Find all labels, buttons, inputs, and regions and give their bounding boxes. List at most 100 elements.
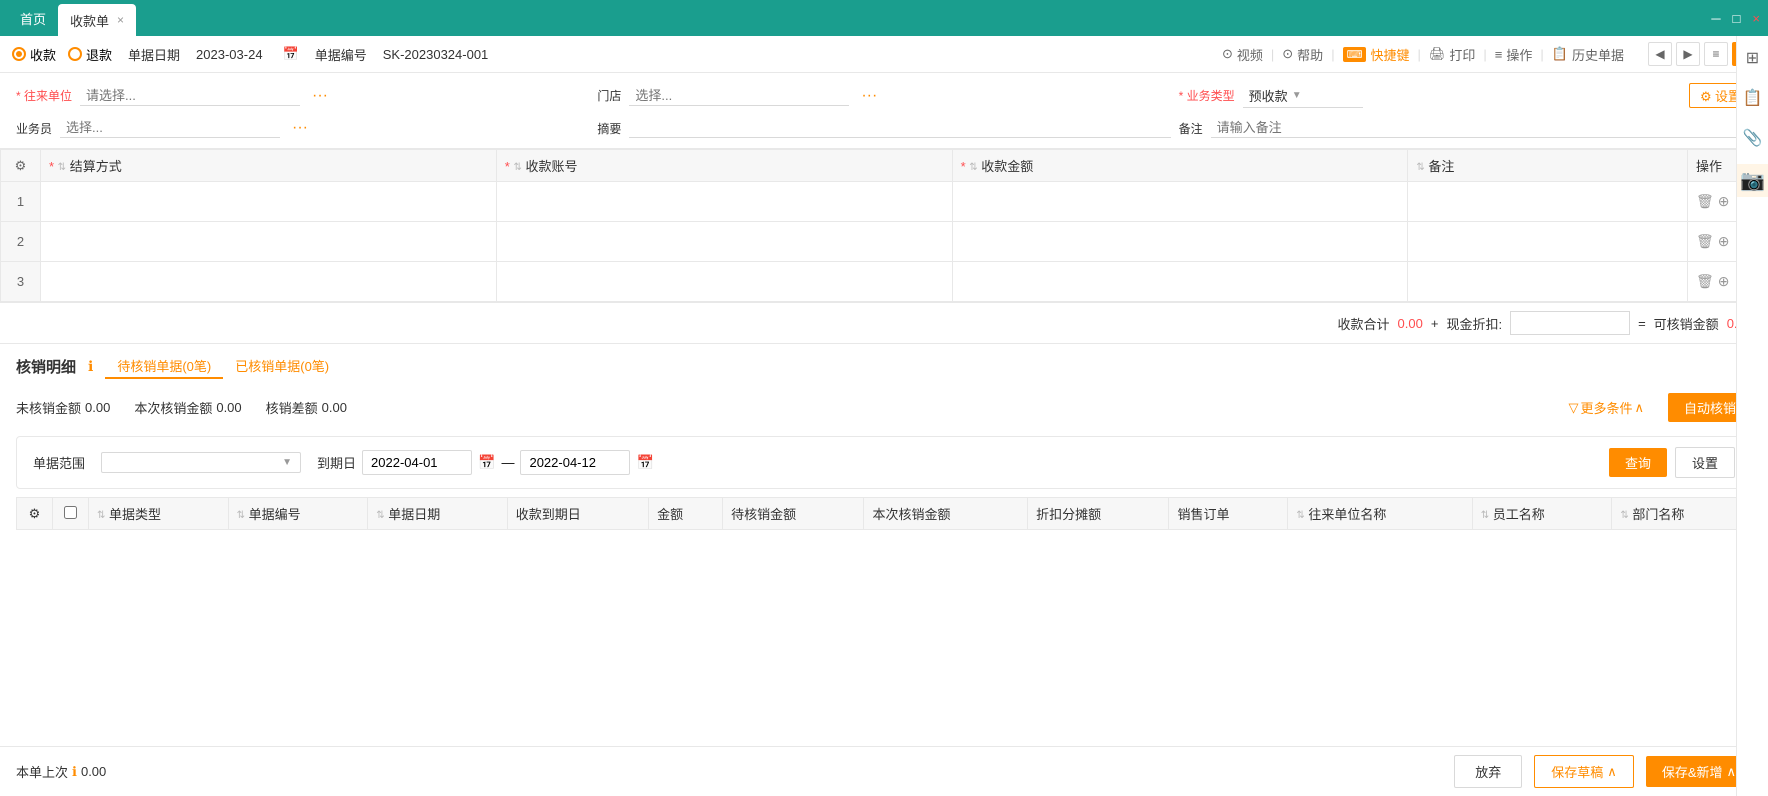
copy-row-3-icon[interactable]: ⊕ [1718, 273, 1730, 290]
settlement-cell-3[interactable] [41, 262, 497, 302]
radio-refund-dot [68, 47, 82, 61]
video-label: 视频 [1237, 45, 1263, 64]
remark-cell-1[interactable] [1408, 182, 1688, 222]
date-from-input[interactable] [362, 450, 472, 475]
th-amount-label: 收款金额 [981, 159, 1033, 174]
range-select[interactable]: ▼ [101, 452, 301, 473]
stat-uncancelled-value: 0.00 [85, 400, 110, 415]
radio-refund[interactable]: 退款 [68, 45, 112, 64]
remark-input[interactable] [1211, 118, 1752, 138]
store-input[interactable] [629, 86, 849, 106]
close-btn[interactable]: × [1752, 11, 1760, 26]
radio-receipt[interactable]: 收款 [12, 45, 56, 64]
history-btn[interactable]: 📋 历史单据 [1552, 45, 1624, 64]
help-label: 帮助 [1297, 45, 1323, 64]
plus-sign: + [1431, 316, 1439, 331]
account-cell-1[interactable] [496, 182, 952, 222]
amount-cell-2[interactable] [952, 222, 1408, 262]
print-btn[interactable]: 🖨 打印 [1429, 45, 1476, 64]
delete-row-1-icon[interactable]: 🗑 [1696, 193, 1714, 210]
tab-completed[interactable]: 已核销单据(0笔) [223, 354, 341, 379]
discount-input[interactable] [1510, 311, 1630, 335]
counterparty-input[interactable] [80, 86, 300, 106]
date-label: 单据日期 [128, 45, 180, 64]
amount-cell-3[interactable] [952, 262, 1408, 302]
info-circle-icon[interactable]: ℹ [72, 764, 77, 780]
bth-amount-label: 金额 [657, 507, 683, 522]
maximize-btn[interactable]: □ [1733, 11, 1741, 26]
sidebar-icon-camera[interactable]: 📷 [1737, 164, 1768, 197]
bth-current: 本次核销金额 [864, 498, 1028, 530]
bth-pending-label: 待核销金额 [731, 507, 796, 522]
delete-row-2-icon[interactable]: 🗑 [1696, 233, 1714, 250]
panel-list-btn[interactable]: ≡ [1704, 42, 1728, 66]
operation-icon: ≡ [1495, 47, 1503, 62]
counterparty-label: * 往来单位 [16, 87, 72, 104]
date-filter: 到期日 📅 — 📅 [317, 450, 654, 475]
select-all-checkbox[interactable] [64, 506, 77, 519]
row-num-2: 2 [1, 222, 41, 262]
th-settlement: ⇅ 结算方式 [41, 150, 497, 182]
settlement-cell-2[interactable] [41, 222, 497, 262]
amount-cell-1[interactable] [952, 182, 1408, 222]
verification-section: 核销明细 ℹ 待核销单据(0笔) 已核销单据(0笔) 未核销金额 0.00 本次… [0, 344, 1768, 746]
account-cell-2[interactable] [496, 222, 952, 262]
toolbar: 收款 退款 单据日期 2023-03-24 📅 单据编号 SK-20230324… [0, 36, 1768, 73]
tab-pending[interactable]: 待核销单据(0笔) [105, 354, 223, 379]
panel-prev-btn[interactable]: ◀ [1648, 42, 1672, 66]
staff-more-icon[interactable]: ··· [292, 119, 308, 137]
nav-tab-active[interactable]: 收款单 × [58, 4, 136, 36]
stat-current-label: 本次核销金额 [134, 398, 212, 417]
account-cell-3[interactable] [496, 262, 952, 302]
copy-row-2-icon[interactable]: ⊕ [1718, 233, 1730, 250]
help-btn[interactable]: ⊙ 帮助 [1282, 45, 1323, 64]
filter-settings-btn[interactable]: 设置 [1675, 447, 1735, 478]
business-type-section: * 业务类型 预收款 ▼ ⚙ 设置 [1179, 83, 1752, 108]
save-draft-btn[interactable]: 保存草稿 ∧ [1534, 755, 1634, 788]
abandon-btn[interactable]: 放弃 [1454, 755, 1522, 788]
stat-diff-label: 核销差额 [266, 398, 318, 417]
more-filters-btn[interactable]: ▽ 更多条件 ∧ [1568, 398, 1644, 417]
delete-row-3-icon[interactable]: 🗑 [1696, 273, 1714, 290]
calendar-from-icon[interactable]: 📅 [478, 454, 495, 471]
operation-btn[interactable]: ≡ 操作 [1495, 45, 1533, 64]
sidebar-icon-doc[interactable]: 📋 [1737, 84, 1768, 112]
sidebar-icon-grid[interactable]: ⊞ [1737, 44, 1768, 72]
stat-current-value: 0.00 [216, 400, 241, 415]
date-to-input[interactable] [520, 450, 630, 475]
copy-row-1-icon[interactable]: ⊕ [1718, 193, 1730, 210]
remark-cell-2[interactable] [1408, 222, 1688, 262]
business-type-select[interactable]: 预收款 ▼ [1243, 84, 1363, 108]
remark-label: 备注 [1179, 120, 1203, 137]
th-remark-label: 备注 [1428, 159, 1454, 174]
video-btn[interactable]: ⊙ 视频 [1222, 45, 1263, 64]
counterparty-more-icon[interactable]: ··· [312, 87, 328, 105]
query-btn[interactable]: 查询 [1609, 448, 1667, 477]
staff-input[interactable] [60, 118, 280, 138]
store-label: 门店 [597, 87, 621, 104]
radio-refund-label: 退款 [86, 45, 112, 64]
minimize-btn[interactable]: ─ [1711, 11, 1720, 26]
calendar-icon[interactable]: 📅 [283, 46, 299, 62]
calendar-to-icon[interactable]: 📅 [636, 454, 653, 471]
tab-close-icon[interactable]: × [117, 13, 124, 27]
table-gear-icon[interactable]: ⚙ [15, 158, 27, 173]
th-settlement-label: 结算方式 [70, 159, 122, 174]
store-more-icon[interactable]: ··· [861, 87, 877, 105]
form-row-1: * 往来单位 ··· 门店 ··· * 业务类型 预收款 ▼ ⚙ 设置 [16, 83, 1752, 108]
receipt-table-container: ⚙ ⇅ 结算方式 ⇅ 收款账号 ⇅ 收款金额 ⇅ [0, 149, 1768, 303]
nav-home[interactable]: 首页 [8, 0, 58, 36]
active-tab-label: 收款单 [70, 11, 109, 30]
bth-date-label: 单据日期 [388, 507, 440, 522]
bottom-table-gear-icon[interactable]: ⚙ [29, 506, 41, 521]
panel-next-btn[interactable]: ▶ [1676, 42, 1700, 66]
stats-row: 未核销金额 0.00 本次核销金额 0.00 核销差额 0.00 ▽ 更多条件 … [16, 387, 1752, 428]
sidebar-icon-attach[interactable]: 📎 [1737, 124, 1768, 152]
remark-cell-3[interactable] [1408, 262, 1688, 302]
summary-input[interactable] [629, 118, 1170, 138]
settlement-cell-1[interactable] [41, 182, 497, 222]
shortcut-btn[interactable]: ⌨ 快捷键 [1343, 45, 1410, 64]
filter-row: 单据范围 ▼ 到期日 📅 — 📅 查询 设置 [16, 436, 1752, 489]
info-icon[interactable]: ℹ [88, 358, 93, 375]
bottom-table: ⚙ ⇅ 单据类型 ⇅ 单据编号 [16, 497, 1752, 530]
